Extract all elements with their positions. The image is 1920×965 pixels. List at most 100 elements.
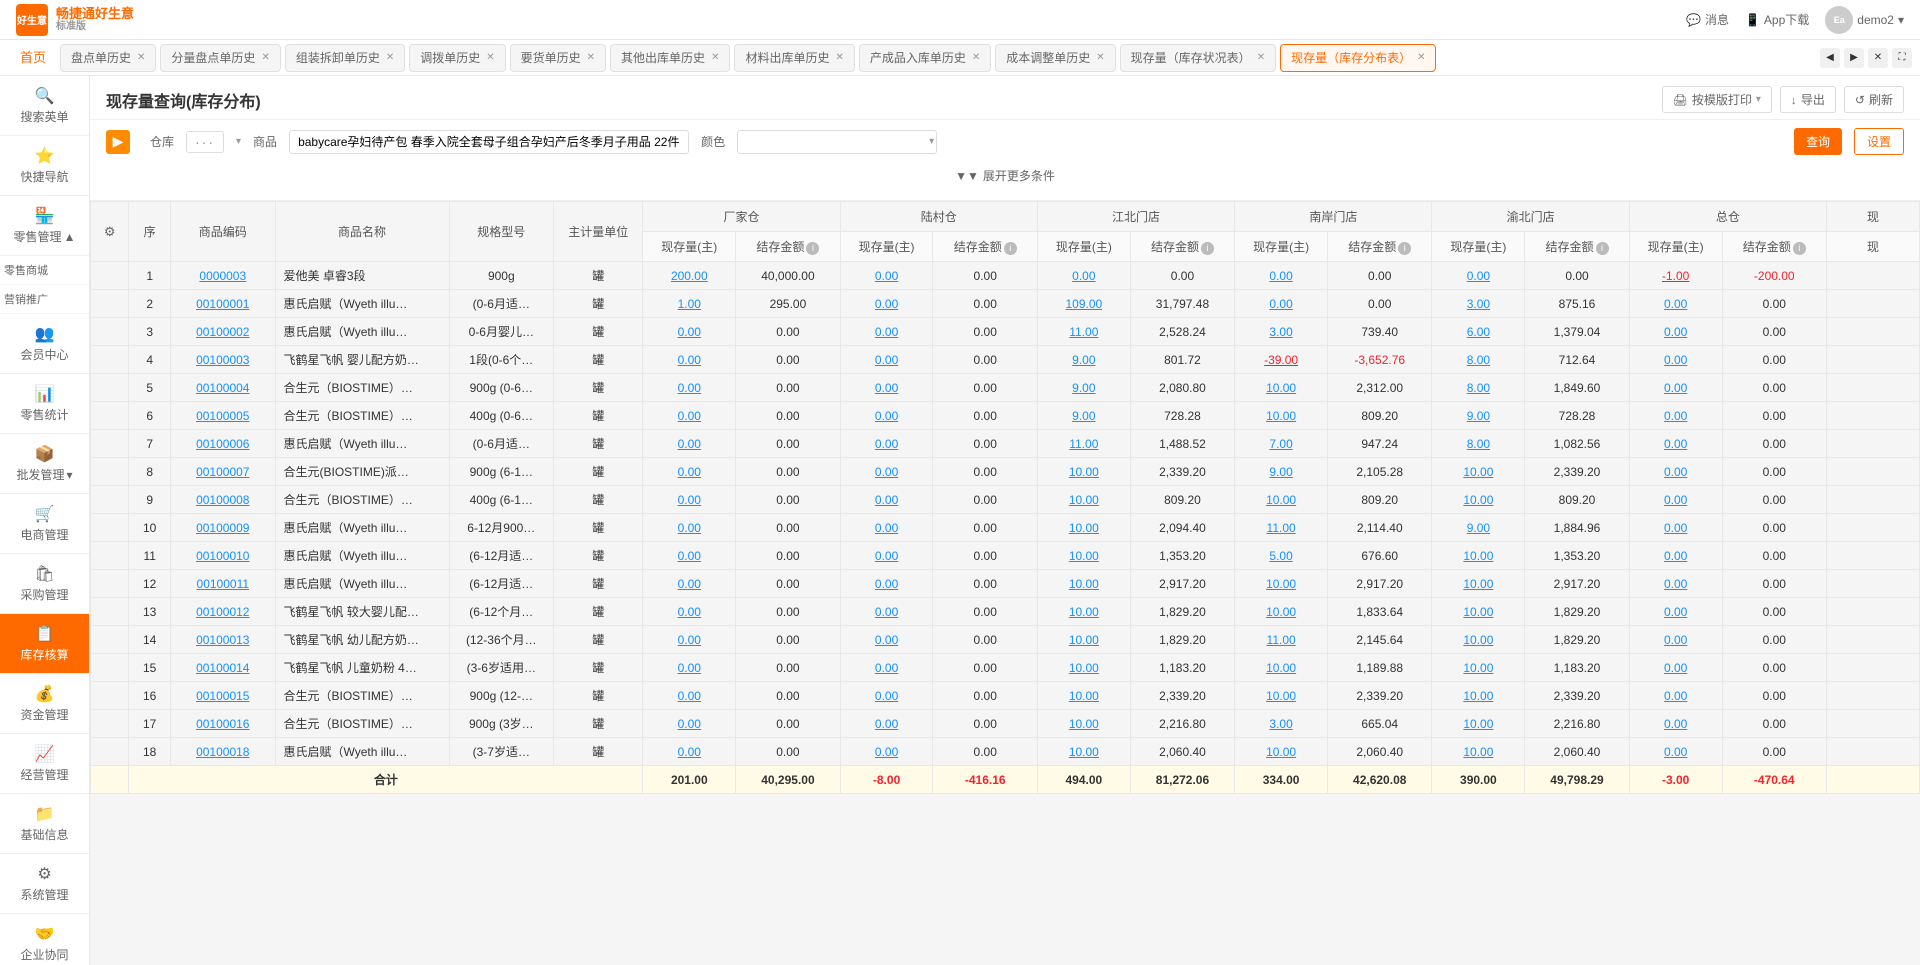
table-cell[interactable]: 200.00: [643, 262, 736, 290]
sidebar-item-retail-mgmt[interactable]: 🏪 零售管理▲: [0, 196, 89, 256]
tab-close-other[interactable]: ✕: [711, 52, 719, 63]
sidebar-sub-marketing[interactable]: 营销推广: [0, 285, 89, 314]
tab-sub-stocktake[interactable]: 分量盘点单历史✕: [160, 44, 280, 72]
info-icon-j[interactable]: i: [1201, 242, 1214, 255]
tab-close-transfer[interactable]: ✕: [486, 52, 494, 63]
setting-btn[interactable]: 设置: [1854, 128, 1904, 155]
table-cell[interactable]: 10.00: [1037, 486, 1130, 514]
table-cell[interactable]: 0.00: [840, 486, 933, 514]
table-cell[interactable]: 0.00: [643, 458, 736, 486]
table-cell[interactable]: 10.00: [1235, 682, 1328, 710]
table-cell[interactable]: 00100005: [171, 402, 275, 430]
tab-close-cost[interactable]: ✕: [1096, 52, 1104, 63]
table-cell[interactable]: 0.00: [1629, 710, 1722, 738]
table-cell[interactable]: 00100009: [171, 514, 275, 542]
table-cell[interactable]: 0.00: [643, 486, 736, 514]
table-cell[interactable]: 0.00: [643, 654, 736, 682]
table-cell[interactable]: 00100003: [171, 346, 275, 374]
tab-assemble[interactable]: 组装拆卸单历史✕: [285, 44, 405, 72]
th-setting[interactable]: ⚙: [91, 202, 129, 262]
sidebar-item-biz[interactable]: 📈 经营管理: [0, 734, 89, 794]
sidebar-item-basic[interactable]: 📁 基础信息: [0, 794, 89, 854]
table-cell[interactable]: 10.00: [1037, 542, 1130, 570]
sidebar-item-system[interactable]: ⚙ 系统管理: [0, 854, 89, 914]
table-cell[interactable]: 00100007: [171, 458, 275, 486]
message-btn[interactable]: 💬 消息: [1686, 11, 1729, 28]
table-cell[interactable]: 0.00: [1037, 262, 1130, 290]
table-cell[interactable]: 9.00: [1432, 514, 1525, 542]
info-icon-y[interactable]: i: [1596, 242, 1609, 255]
table-cell[interactable]: 8.00: [1432, 346, 1525, 374]
table-cell[interactable]: 9.00: [1037, 374, 1130, 402]
table-cell[interactable]: 10.00: [1037, 738, 1130, 766]
sidebar-item-stock[interactable]: 📋 库存核算: [0, 614, 89, 674]
sidebar-item-finance[interactable]: 💰 资金管理: [0, 674, 89, 734]
table-cell[interactable]: 10.00: [1432, 598, 1525, 626]
table-cell[interactable]: 0.00: [643, 710, 736, 738]
table-cell[interactable]: 0.00: [840, 542, 933, 570]
table-cell[interactable]: 0.00: [643, 430, 736, 458]
table-cell[interactable]: 0.00: [1629, 626, 1722, 654]
table-cell[interactable]: 10.00: [1432, 710, 1525, 738]
sidebar-item-ecommerce[interactable]: 🛒 电商管理: [0, 494, 89, 554]
table-cell[interactable]: 10.00: [1037, 626, 1130, 654]
table-cell[interactable]: 0.00: [840, 514, 933, 542]
table-cell[interactable]: 0.00: [643, 570, 736, 598]
table-cell[interactable]: 11.00: [1037, 318, 1130, 346]
table-cell[interactable]: 3.00: [1235, 318, 1328, 346]
table-cell[interactable]: 0.00: [840, 318, 933, 346]
print-btn[interactable]: 🖨 按模版打印 ▾: [1662, 86, 1772, 113]
table-cell[interactable]: 00100016: [171, 710, 275, 738]
table-cell[interactable]: 6.00: [1432, 318, 1525, 346]
tab-close-all-btn[interactable]: ✕: [1868, 48, 1888, 68]
table-cell[interactable]: 0.00: [840, 430, 933, 458]
sidebar-item-search[interactable]: 🔍 搜索英单: [0, 76, 89, 136]
table-cell[interactable]: 109.00: [1037, 290, 1130, 318]
gear-icon[interactable]: ⚙: [102, 224, 118, 240]
tab-product-in[interactable]: 产成品入库单历史✕: [859, 44, 991, 72]
table-cell[interactable]: 0.00: [1629, 738, 1722, 766]
table-cell[interactable]: 0.00: [1629, 318, 1722, 346]
table-cell[interactable]: 0.00: [1629, 430, 1722, 458]
table-cell[interactable]: 0.00: [1629, 682, 1722, 710]
table-cell[interactable]: 11.00: [1235, 626, 1328, 654]
tab-close-sub[interactable]: ✕: [261, 52, 269, 63]
table-cell[interactable]: 0.00: [1629, 654, 1722, 682]
table-cell[interactable]: 0.00: [1235, 290, 1328, 318]
table-cell[interactable]: 0.00: [1629, 290, 1722, 318]
tab-close-dist[interactable]: ✕: [1417, 52, 1425, 63]
tab-transfer[interactable]: 调拨单历史✕: [409, 44, 505, 72]
table-cell[interactable]: 00100002: [171, 318, 275, 346]
table-cell[interactable]: 00100015: [171, 682, 275, 710]
table-cell[interactable]: 0.00: [840, 458, 933, 486]
table-cell[interactable]: 0000003: [171, 262, 275, 290]
app-download-btn[interactable]: 📱 App下载: [1745, 11, 1809, 28]
table-cell[interactable]: 0.00: [840, 682, 933, 710]
export-btn[interactable]: ↓ 导出: [1780, 86, 1836, 113]
table-cell[interactable]: 0.00: [840, 710, 933, 738]
table-cell[interactable]: 11.00: [1037, 430, 1130, 458]
table-cell[interactable]: 0.00: [643, 738, 736, 766]
table-cell[interactable]: 00100013: [171, 626, 275, 654]
table-cell[interactable]: 10.00: [1037, 598, 1130, 626]
table-cell[interactable]: 10.00: [1037, 682, 1130, 710]
info-icon-l[interactable]: i: [1004, 242, 1017, 255]
info-icon-f[interactable]: i: [806, 242, 819, 255]
sidebar-item-quicknav[interactable]: ⭐ 快捷导航: [0, 136, 89, 196]
table-cell[interactable]: 10.00: [1235, 570, 1328, 598]
info-icon-t[interactable]: i: [1793, 242, 1806, 255]
table-cell[interactable]: 0.00: [643, 542, 736, 570]
table-cell[interactable]: 0.00: [1629, 514, 1722, 542]
tab-close-material[interactable]: ✕: [835, 52, 843, 63]
table-cell[interactable]: 1.00: [643, 290, 736, 318]
table-cell[interactable]: 0.00: [643, 374, 736, 402]
table-cell[interactable]: 10.00: [1432, 738, 1525, 766]
table-cell[interactable]: 00100006: [171, 430, 275, 458]
table-cell[interactable]: 10.00: [1235, 738, 1328, 766]
table-cell[interactable]: 10.00: [1235, 598, 1328, 626]
tab-close-assemble[interactable]: ✕: [386, 52, 394, 63]
table-cell[interactable]: 0.00: [643, 514, 736, 542]
table-cell[interactable]: 10.00: [1235, 654, 1328, 682]
sidebar-item-purchase[interactable]: 🛍 采购管理: [0, 554, 89, 614]
table-cell[interactable]: 0.00: [1629, 486, 1722, 514]
